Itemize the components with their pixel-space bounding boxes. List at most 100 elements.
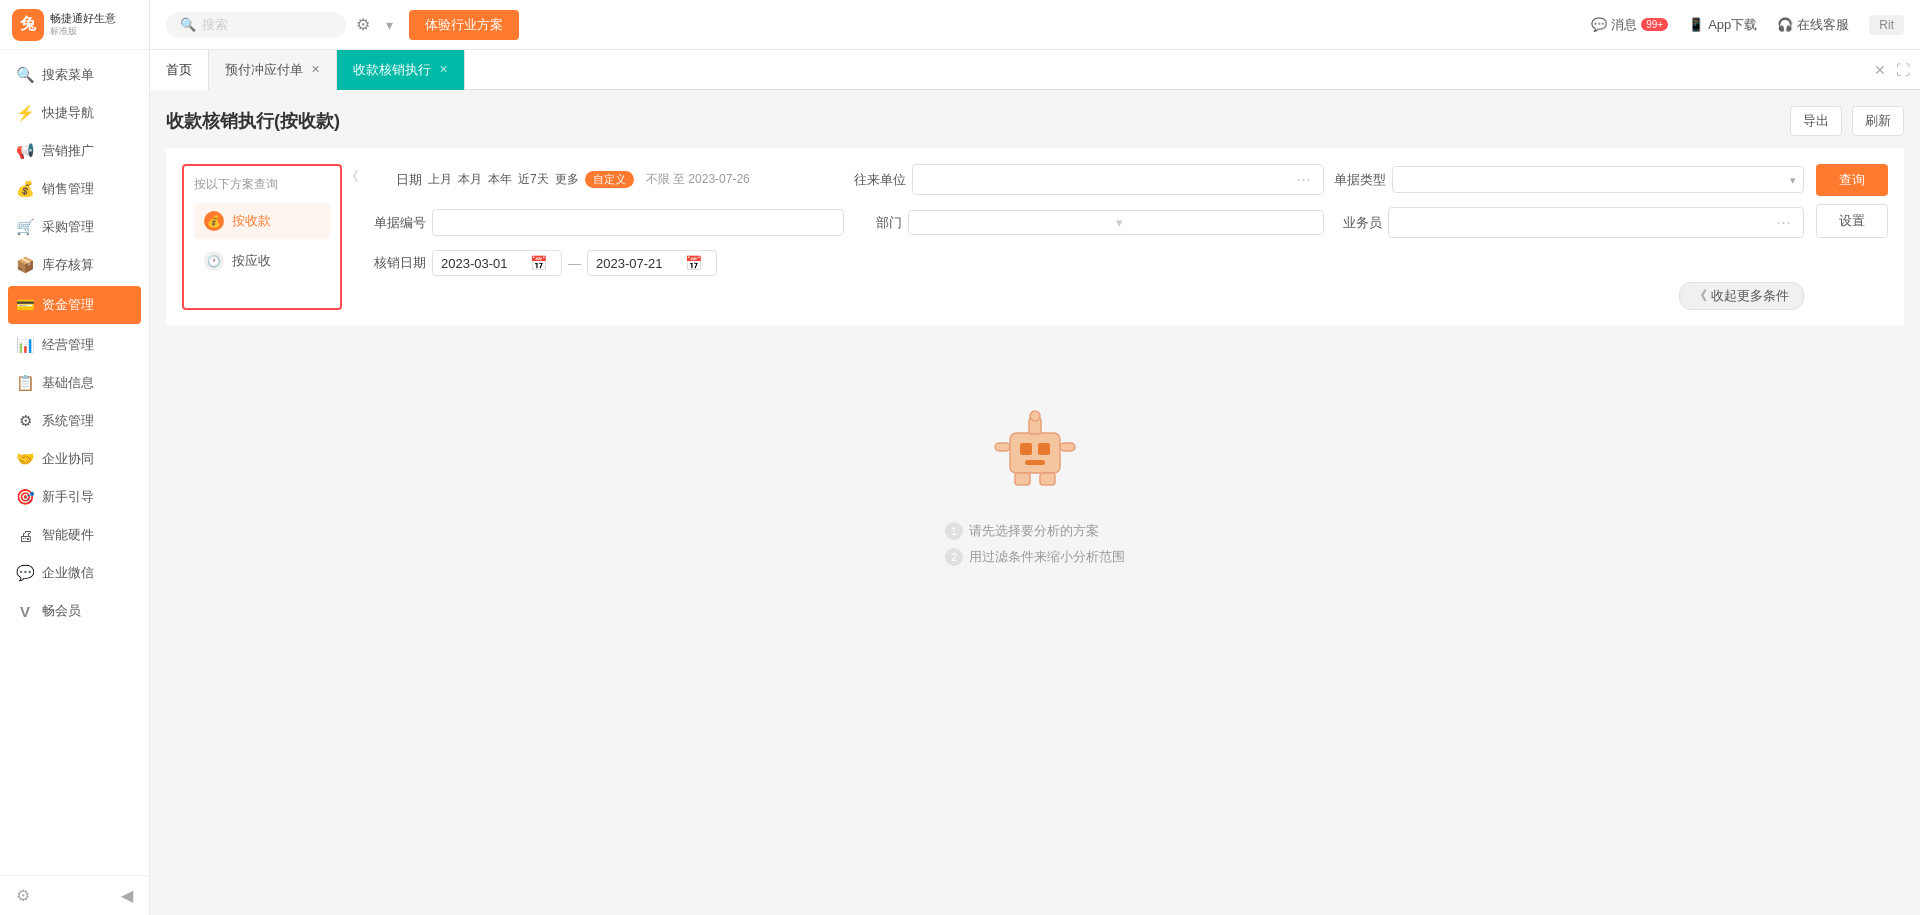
search-menu-icon: 🔍 bbox=[16, 66, 34, 84]
empty-tip-1: 1 请先选择要分析的方案 bbox=[945, 518, 1125, 544]
quick-date-7days[interactable]: 近7天 bbox=[518, 169, 549, 190]
more-conditions-label: 收起更多条件 bbox=[1711, 287, 1789, 305]
dept-label: 部门 bbox=[854, 214, 902, 232]
counterparty-more-icon[interactable]: ··· bbox=[1292, 169, 1315, 190]
topbar-gear-icon[interactable]: ⚙ bbox=[356, 15, 370, 34]
filter-option-by-receivable[interactable]: 🕐 按应收 bbox=[194, 243, 330, 279]
close-prepay-tab-icon[interactable]: ✕ bbox=[311, 63, 320, 76]
sidebar-item-management[interactable]: 📊 经营管理 bbox=[0, 326, 149, 364]
empty-tip-1-text: 请先选择要分析的方案 bbox=[969, 518, 1099, 544]
sidebar-item-guide[interactable]: 🎯 新手引导 bbox=[0, 478, 149, 516]
export-button[interactable]: 导出 bbox=[1790, 106, 1842, 136]
verify-date-from-calendar-icon[interactable]: 📅 bbox=[530, 255, 547, 271]
bill-type-field-group: 单据类型 bbox=[1334, 164, 1804, 195]
tab-receipt-verify-label: 收款核销执行 bbox=[353, 61, 431, 79]
topbar-search-bar[interactable]: 🔍 搜索 bbox=[166, 12, 346, 38]
sidebar-item-collab[interactable]: 🤝 企业协同 bbox=[0, 440, 149, 478]
filter-option-by-receivable-label: 按应收 bbox=[232, 252, 271, 270]
staff-more-icon[interactable]: ··· bbox=[1772, 212, 1795, 233]
collapse-filter-button[interactable]: 《 bbox=[342, 164, 362, 310]
sidebar-item-system[interactable]: ⚙ 系统管理 bbox=[0, 402, 149, 440]
staff-label: 业务员 bbox=[1334, 214, 1382, 232]
verify-date-from-input[interactable] bbox=[441, 256, 526, 271]
bill-no-input[interactable] bbox=[432, 209, 844, 236]
verify-date-separator: — bbox=[568, 256, 581, 271]
purchase-icon: 🛒 bbox=[16, 218, 34, 236]
sidebar-label-system: 系统管理 bbox=[42, 412, 94, 430]
industry-solution-button[interactable]: 体验行业方案 bbox=[409, 10, 519, 40]
sidebar-item-marketing[interactable]: 📢 营销推广 bbox=[0, 132, 149, 170]
query-button[interactable]: 查询 bbox=[1816, 164, 1888, 196]
sidebar-item-search[interactable]: 🔍 搜索菜单 bbox=[0, 56, 149, 94]
logo-text: 畅捷通好生意 标准版 bbox=[50, 11, 116, 38]
wecom-icon: 💬 bbox=[16, 564, 34, 582]
topbar-right: 💬 消息 99+ 📱 App下载 🎧 在线客服 Rit bbox=[1591, 15, 1904, 35]
tabbar-close-icon[interactable]: ✕ bbox=[1874, 62, 1886, 78]
empty-tip-2: 2 用过滤条件来缩小分析范围 bbox=[945, 544, 1125, 570]
sidebar-item-quicknav[interactable]: ⚡ 快捷导航 bbox=[0, 94, 149, 132]
date-no-limit-text: 不限 至 2023-07-26 bbox=[646, 171, 750, 188]
verify-date-to-box[interactable]: 📅 bbox=[587, 250, 717, 276]
sidebar-item-purchase[interactable]: 🛒 采购管理 bbox=[0, 208, 149, 246]
more-conditions-row: 《 收起更多条件 bbox=[374, 276, 1804, 310]
svg-rect-6 bbox=[995, 443, 1010, 451]
sidebar-item-member[interactable]: V 畅会员 bbox=[0, 592, 149, 630]
bill-type-select[interactable] bbox=[1392, 166, 1804, 193]
empty-state-illustration bbox=[985, 398, 1085, 498]
verify-date-field-group: 核销日期 📅 — 📅 bbox=[374, 250, 1804, 276]
app-download-button[interactable]: 📱 App下载 bbox=[1688, 16, 1757, 34]
sidebar-item-inventory[interactable]: 📦 库存核算 bbox=[0, 246, 149, 284]
app-name: 畅捷通好生意 bbox=[50, 11, 116, 25]
verify-date-to-calendar-icon[interactable]: 📅 bbox=[685, 255, 702, 271]
counterparty-label: 往来单位 bbox=[854, 171, 906, 189]
sidebar-item-hardware[interactable]: 🖨 智能硬件 bbox=[0, 516, 149, 554]
tab-home[interactable]: 首页 bbox=[150, 50, 209, 90]
online-service-label: 在线客服 bbox=[1797, 16, 1849, 34]
user-profile-button[interactable]: Rit bbox=[1869, 15, 1904, 35]
filter-selector: 按以下方案查询 💰 按收款 🕐 按应收 bbox=[182, 164, 342, 310]
bill-type-select-wrap bbox=[1392, 166, 1804, 193]
filter-form-grid: 日期 上月 本月 本年 近7天 更多 自定义 不限 至 2023-07-26 bbox=[374, 164, 1804, 310]
quicknav-icon: ⚡ bbox=[16, 104, 34, 122]
sidebar-item-basic-info[interactable]: 📋 基础信息 bbox=[0, 364, 149, 402]
tabbar-right: ✕ ⛶ bbox=[1874, 62, 1920, 78]
search-placeholder-text: 搜索 bbox=[202, 16, 228, 34]
filter-left: 按以下方案查询 💰 按收款 🕐 按应收 《 bbox=[182, 164, 362, 310]
collapse-sidebar-icon[interactable]: ◀ bbox=[121, 886, 133, 905]
collapse-icon: 《 bbox=[1694, 287, 1707, 305]
more-conditions-button[interactable]: 《 收起更多条件 bbox=[1679, 282, 1804, 310]
quick-date-custom[interactable]: 自定义 bbox=[585, 171, 634, 188]
dept-select-wrap[interactable]: ▾ bbox=[908, 210, 1324, 235]
refresh-button[interactable]: 刷新 bbox=[1852, 106, 1904, 136]
page-header-actions: 导出 刷新 bbox=[1790, 106, 1904, 136]
empty-step-2-num: 2 bbox=[945, 548, 963, 566]
sidebar-label-finance: 资金管理 bbox=[42, 296, 94, 314]
empty-state: 1 请先选择要分析的方案 2 用过滤条件来缩小分析范围 bbox=[166, 338, 1904, 630]
tabbar-expand-icon[interactable]: ⛶ bbox=[1896, 62, 1910, 78]
sidebar-item-wecom[interactable]: 💬 企业微信 bbox=[0, 554, 149, 592]
filter-settings-button[interactable]: 设置 bbox=[1816, 204, 1888, 238]
marketing-icon: 📢 bbox=[16, 142, 34, 160]
sidebar-item-sales[interactable]: 💰 销售管理 bbox=[0, 170, 149, 208]
close-receipt-verify-tab-icon[interactable]: ✕ bbox=[439, 63, 448, 76]
filter-option-by-receipt[interactable]: 💰 按收款 bbox=[194, 203, 330, 239]
search-icon: 🔍 bbox=[180, 17, 196, 32]
system-icon: ⚙ bbox=[16, 412, 34, 430]
verify-date-from-box[interactable]: 📅 bbox=[432, 250, 562, 276]
svg-rect-3 bbox=[1025, 460, 1045, 465]
settings-bottom-icon[interactable]: ⚙ bbox=[16, 886, 30, 905]
online-service-button[interactable]: 🎧 在线客服 bbox=[1777, 16, 1849, 34]
messages-button[interactable]: 💬 消息 99+ bbox=[1591, 16, 1668, 34]
svg-rect-2 bbox=[1038, 443, 1050, 455]
user-label: Rit bbox=[1879, 18, 1894, 32]
quick-date-last-month[interactable]: 上月 bbox=[428, 169, 452, 190]
quick-date-more[interactable]: 更多 bbox=[555, 169, 579, 190]
quick-date-this-year[interactable]: 本年 bbox=[488, 169, 512, 190]
sidebar-item-finance[interactable]: 💳 资金管理 bbox=[8, 286, 141, 324]
tab-prepay[interactable]: 预付冲应付单 ✕ bbox=[209, 50, 337, 90]
tab-receipt-verify[interactable]: 收款核销执行 ✕ bbox=[337, 50, 465, 90]
counterparty-field-group: 往来单位 ··· bbox=[854, 164, 1324, 195]
verify-date-to-input[interactable] bbox=[596, 256, 681, 271]
quick-date-this-month[interactable]: 本月 bbox=[458, 169, 482, 190]
topbar-chevron-icon[interactable]: ▾ bbox=[386, 17, 393, 33]
